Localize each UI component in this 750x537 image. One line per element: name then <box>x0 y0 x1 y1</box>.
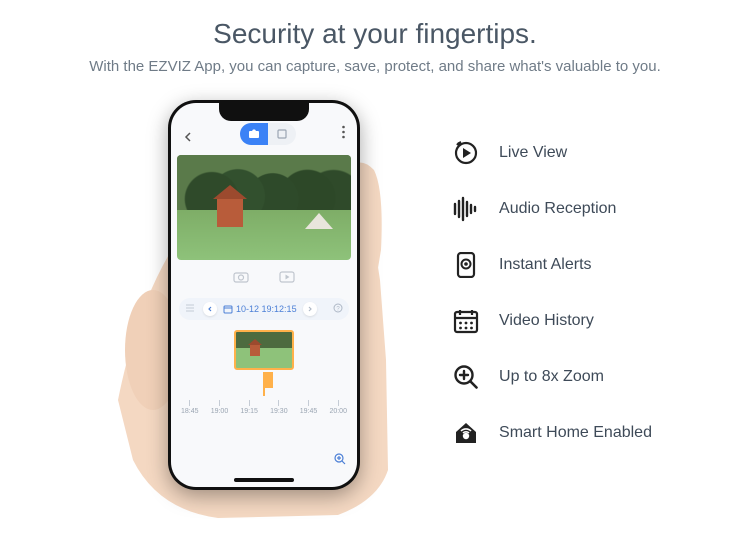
feature-label: Audio Reception <box>499 200 616 218</box>
phone-frame: 10-12 19:12:15 ? <box>168 100 360 490</box>
feature-instant-alerts: Instant Alerts <box>453 252 652 278</box>
camera-tab-icon[interactable] <box>240 123 268 145</box>
timeline-date-text: 10-12 19:12:15 <box>236 304 297 314</box>
live-view-image[interactable] <box>177 155 351 260</box>
back-icon[interactable] <box>183 129 193 139</box>
ruler-tick: 19:00 <box>211 400 229 415</box>
ruler-tick: 19:45 <box>300 400 318 415</box>
timeline-date[interactable]: 10-12 19:12:15 <box>223 304 297 314</box>
feature-label: Up to 8x Zoom <box>499 368 604 386</box>
page-subheading: With the EZVIZ App, you can capture, sav… <box>0 58 750 75</box>
home-indicator <box>234 478 294 482</box>
ruler-tick: 18:45 <box>181 400 199 415</box>
timeline-playhead[interactable] <box>171 372 357 396</box>
next-arrow-icon[interactable] <box>303 302 317 316</box>
timeline-zoom-icon[interactable] <box>333 452 347 471</box>
calendar-mini-icon <box>223 304 233 314</box>
view-toggle[interactable] <box>240 123 296 145</box>
list-tab-icon[interactable] <box>268 123 296 145</box>
snapshot-icon[interactable] <box>233 270 249 288</box>
timeline-ruler[interactable]: 18:45 19:00 19:15 19:30 19:45 20:00 <box>181 400 347 424</box>
home-icon <box>453 420 479 446</box>
feature-zoom: Up to 8x Zoom <box>453 364 652 390</box>
playback-icon[interactable] <box>279 270 295 288</box>
feature-live-view: Live View <box>453 140 652 166</box>
phone-notch <box>219 103 309 121</box>
ruler-tick: 19:15 <box>240 400 258 415</box>
phone-in-hand: 10-12 19:12:15 ? <box>98 100 398 520</box>
feature-label: Live View <box>499 144 567 162</box>
feature-smart-home: Smart Home Enabled <box>453 420 652 446</box>
feature-label: Instant Alerts <box>499 256 592 274</box>
feature-label: Smart Home Enabled <box>499 424 652 442</box>
page-heading: Security at your fingertips. <box>0 18 750 50</box>
feature-video-history: Video History <box>453 308 652 334</box>
ruler-tick: 19:30 <box>270 400 288 415</box>
zoom-icon <box>453 364 479 390</box>
more-icon[interactable] <box>342 125 345 144</box>
feature-label: Video History <box>499 312 594 330</box>
live-view-icon <box>453 140 479 166</box>
feature-list: Live View Audio Reception Instant Alerts… <box>453 140 652 476</box>
audio-icon <box>453 196 479 222</box>
history-icon <box>453 308 479 334</box>
event-thumbnail[interactable] <box>234 330 294 370</box>
feature-audio-reception: Audio Reception <box>453 196 652 222</box>
prev-arrow-icon[interactable] <box>203 302 217 316</box>
alerts-icon <box>453 252 479 278</box>
help-icon[interactable]: ? <box>333 303 343 315</box>
list-icon[interactable] <box>185 303 195 315</box>
ruler-tick: 20:00 <box>329 400 347 415</box>
